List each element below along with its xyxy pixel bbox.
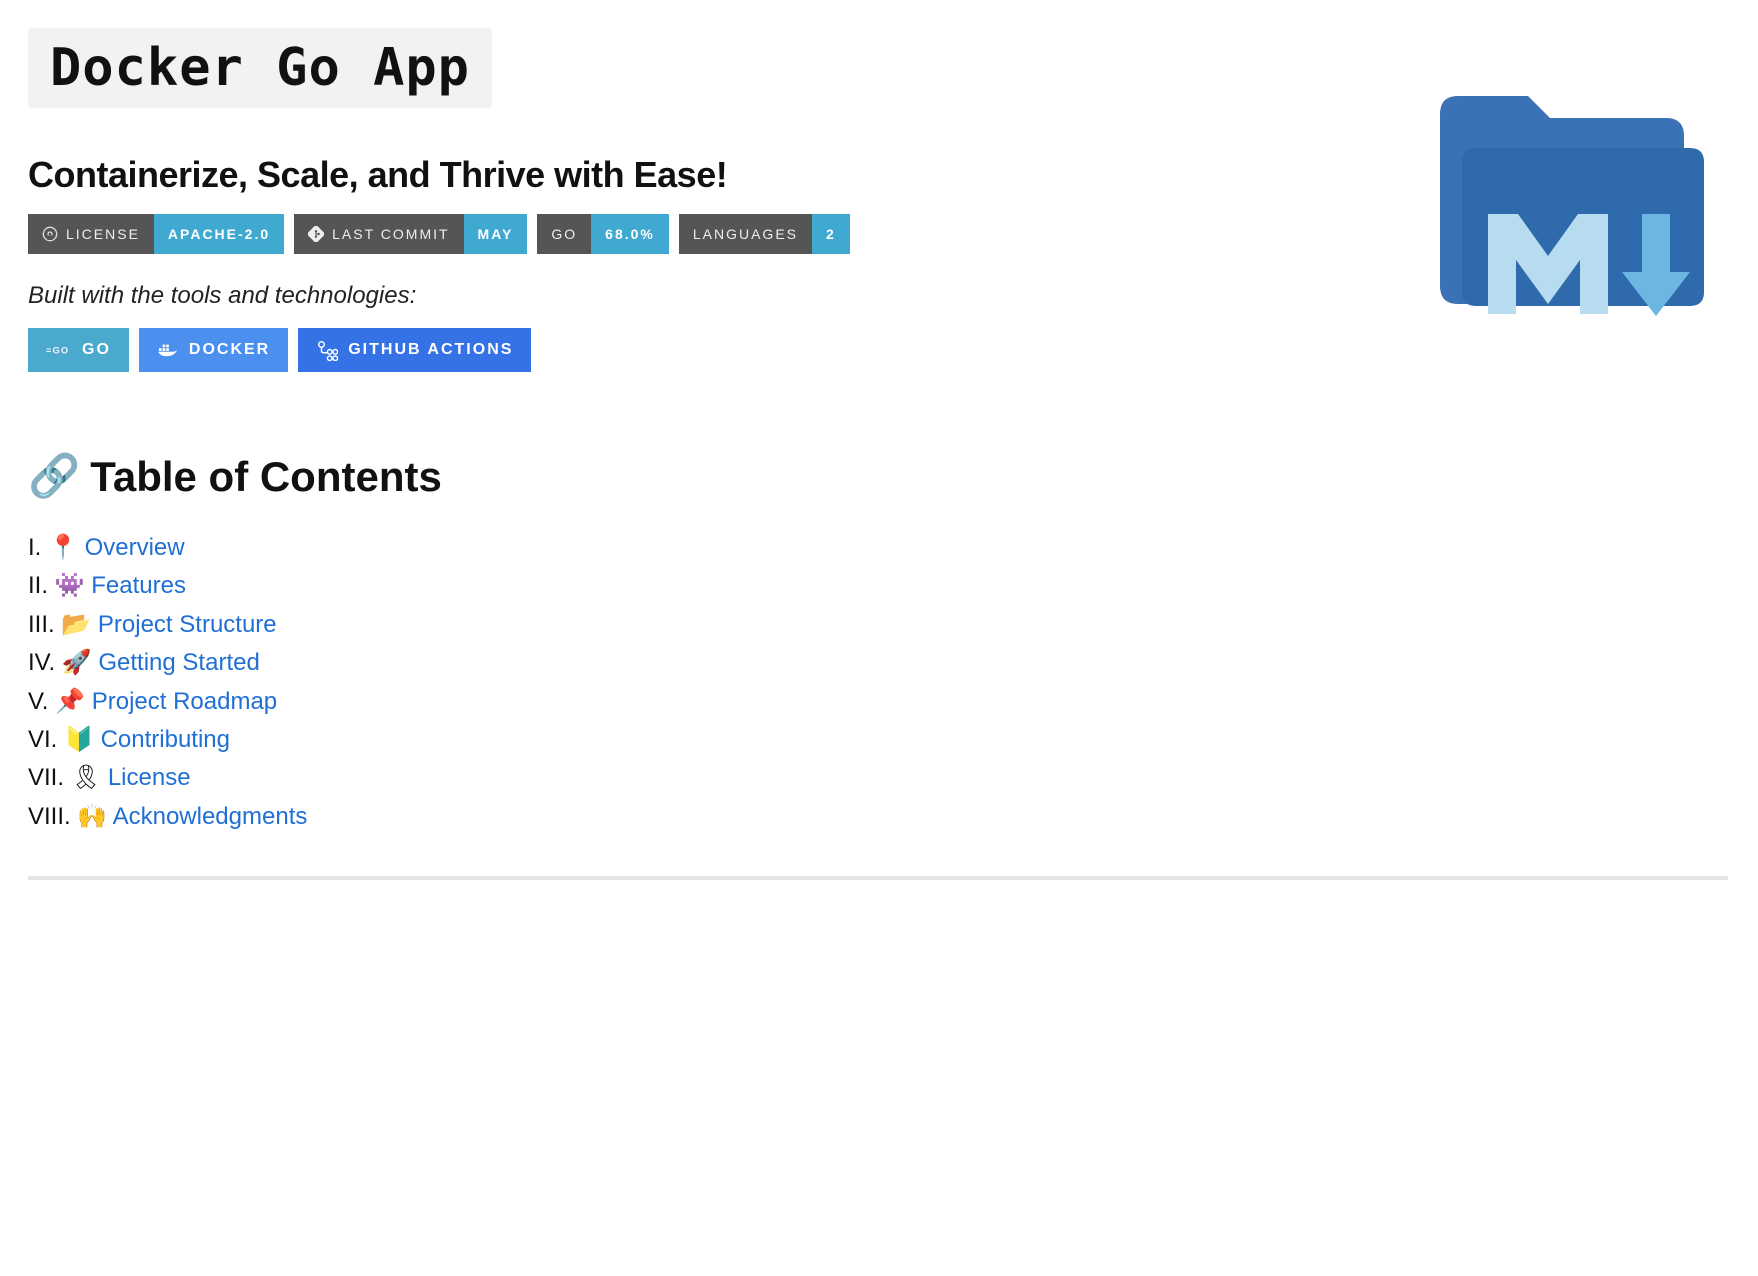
badge-license-value: APACHE-2.0: [154, 214, 284, 254]
toc-link-features[interactable]: Features: [91, 572, 186, 599]
toc-link-overview[interactable]: Overview: [85, 534, 185, 561]
badge-license[interactable]: LICENSE APACHE-2.0: [28, 214, 284, 254]
toc-link-getting-started[interactable]: Getting Started: [98, 649, 259, 676]
toc-emoji: 🚀: [62, 649, 92, 676]
toc-emoji: 🎗: [71, 764, 101, 791]
go-icon: =GO: [46, 343, 72, 357]
tech-badge-gha[interactable]: GITHUB ACTIONS: [298, 328, 531, 372]
toc-num: V.: [28, 688, 48, 715]
tech-badge-docker[interactable]: DOCKER: [139, 328, 288, 372]
badge-languages-label: LANGUAGES: [679, 214, 812, 254]
toc-item: VIII. 🙌 Acknowledgments: [28, 798, 1728, 836]
toc-item: I. 📍 Overview: [28, 529, 1728, 567]
toc-link-contributing[interactable]: Contributing: [101, 726, 230, 753]
svg-text:=GO: =GO: [46, 345, 69, 355]
toc-num: II.: [28, 572, 48, 599]
osi-icon: [42, 226, 58, 242]
tech-badge-go-label: GO: [82, 341, 111, 359]
toc-item: VII. 🎗 License: [28, 759, 1728, 797]
badge-top-language-label: GO: [537, 214, 591, 254]
toc-link-acknowledgments[interactable]: Acknowledgments: [113, 803, 308, 830]
toc-num: VIII.: [28, 803, 71, 830]
toc-emoji: 🔰: [64, 726, 94, 753]
badge-last-commit[interactable]: LAST COMMIT MAY: [294, 214, 527, 254]
toc-link-project-structure[interactable]: Project Structure: [98, 611, 277, 638]
toc-emoji: 🙌: [77, 803, 107, 830]
project-title-box: Docker Go App: [28, 28, 492, 108]
github-actions-icon: [316, 339, 338, 361]
tech-badge-go[interactable]: =GO GO: [28, 328, 129, 372]
badge-last-commit-value: MAY: [464, 214, 528, 254]
link-icon: 🔗: [28, 452, 80, 501]
toc-num: VII.: [28, 764, 64, 791]
toc-emoji: 📌: [55, 688, 85, 715]
toc-link-project-roadmap[interactable]: Project Roadmap: [92, 688, 277, 715]
docker-icon: [157, 341, 179, 359]
tech-badge-docker-label: DOCKER: [189, 341, 270, 359]
toc-list: I. 📍 Overview II. 👾 Features III. 📂 Proj…: [28, 529, 1728, 836]
toc-item: V. 📌 Project Roadmap: [28, 683, 1728, 721]
toc-num: I.: [28, 534, 41, 561]
toc-item: IV. 🚀 Getting Started: [28, 644, 1728, 682]
toc-item: II. 👾 Features: [28, 567, 1728, 605]
toc-num: III.: [28, 611, 55, 638]
badge-languages-value: 2: [812, 214, 850, 254]
toc-item: VI. 🔰 Contributing: [28, 721, 1728, 759]
project-logo: [1418, 36, 1718, 336]
project-title: Docker Go App: [50, 38, 470, 98]
toc-num: IV.: [28, 649, 55, 676]
badge-languages[interactable]: LANGUAGES 2: [679, 214, 850, 254]
toc-emoji: 👾: [55, 572, 85, 599]
toc-num: VI.: [28, 726, 57, 753]
toc-link-license[interactable]: License: [108, 764, 191, 791]
badge-top-language[interactable]: GO 68.0%: [537, 214, 668, 254]
toc-item: III. 📂 Project Structure: [28, 606, 1728, 644]
badge-last-commit-label: LAST COMMIT: [332, 214, 449, 254]
git-icon: [308, 226, 324, 242]
toc-heading: 🔗 Table of Contents: [28, 452, 1728, 501]
toc-emoji: 📍: [48, 534, 78, 561]
badge-top-language-value: 68.0%: [591, 214, 669, 254]
section-divider: [28, 876, 1728, 880]
toc-emoji: 📂: [61, 611, 91, 638]
badge-license-label: LICENSE: [66, 214, 140, 254]
tech-badge-gha-label: GITHUB ACTIONS: [348, 341, 513, 359]
toc-heading-text: Table of Contents: [90, 453, 442, 501]
